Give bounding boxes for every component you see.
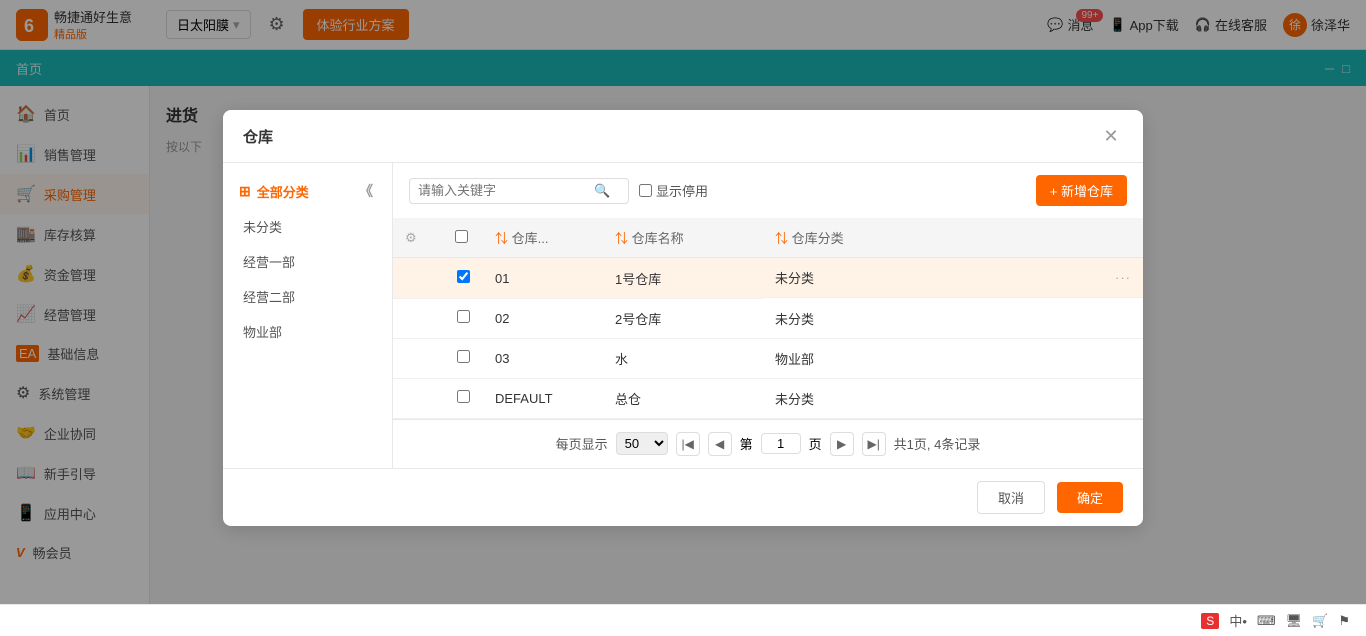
bottom-cart-icon[interactable]: 🛒 — [1312, 613, 1328, 629]
table-body: 01 1号仓库 未分类 ··· 02 — [393, 258, 1143, 419]
bottom-logo: S — [1201, 613, 1219, 629]
row-cat-2: 未分类 — [763, 298, 1143, 338]
modal-overlay: 仓库 ✕ ⊞ 全部分类 《 未分类 经营一部 经营二部 物业部 — [0, 0, 1366, 636]
bottom-bar: S 中• ⌨ 🖥 🛒 ⚑ — [0, 604, 1366, 636]
modal-close-button[interactable]: ✕ — [1099, 124, 1123, 148]
per-page-select[interactable]: 50 100 200 — [616, 432, 668, 455]
page-info: 共1页, 4条记录 — [894, 434, 981, 453]
search-input[interactable] — [418, 183, 588, 198]
grid-icon: ⊞ — [239, 183, 251, 200]
row-checkbox-2 — [443, 298, 483, 338]
row-index-2: 02 — [483, 298, 603, 338]
row-name-3: 水 — [603, 338, 763, 378]
sort-icon-cat: ⇅ — [775, 231, 788, 246]
warehouse-table: ⚙ ⇅ 仓库... ⇅ 仓库名称 ⇅ 仓库分类 — [393, 218, 1143, 419]
row-check-4[interactable] — [457, 390, 470, 403]
sort-icon: ⇅ — [495, 231, 508, 246]
row-name-4: 总仓 — [603, 378, 763, 418]
category-item-dept1[interactable]: 经营一部 — [223, 244, 392, 279]
row-gear-3 — [393, 338, 443, 378]
prev-page-btn[interactable]: ◀ — [708, 432, 732, 456]
table-toolbar: 🔍 显示停用 + 新增仓库 — [393, 163, 1143, 218]
bottom-keyboard-icon[interactable]: ⌨ — [1257, 613, 1276, 629]
all-categories-label: 全部分类 — [257, 182, 309, 201]
category-item-unclassified[interactable]: 未分类 — [223, 209, 392, 244]
warehouse-modal: 仓库 ✕ ⊞ 全部分类 《 未分类 经营一部 经营二部 物业部 — [223, 110, 1143, 526]
th-category: ⇅ 仓库分类 — [763, 218, 1143, 258]
row-check-2[interactable] — [457, 310, 470, 323]
new-warehouse-button[interactable]: + 新增仓库 — [1036, 175, 1127, 206]
row-checkbox-3 — [443, 338, 483, 378]
category-item-property[interactable]: 物业部 — [223, 314, 392, 349]
row-checkbox-1 — [443, 258, 483, 299]
table-panel: 🔍 显示停用 + 新增仓库 ⚙ — [393, 163, 1143, 468]
row-check-3[interactable] — [457, 350, 470, 363]
all-categories-header[interactable]: ⊞ 全部分类 《 — [223, 173, 392, 209]
table-row[interactable]: 02 2号仓库 未分类 — [393, 298, 1143, 338]
category-panel: ⊞ 全部分类 《 未分类 经营一部 经营二部 物业部 — [223, 163, 393, 468]
category-item-dept2[interactable]: 经营二部 — [223, 279, 392, 314]
cancel-button[interactable]: 取消 — [977, 481, 1045, 514]
table-row[interactable]: 01 1号仓库 未分类 ··· — [393, 258, 1143, 299]
pagination-area: 每页显示 50 100 200 |◀ ◀ 第 页 ▶ ▶| 共1页, 4条记录 — [393, 419, 1143, 468]
per-page-label: 每页显示 — [556, 434, 608, 453]
row-index-3: 03 — [483, 338, 603, 378]
row-cat-1: 未分类 ··· — [763, 258, 1143, 298]
row-check-1[interactable] — [457, 270, 470, 283]
first-page-btn[interactable]: |◀ — [676, 432, 700, 456]
row-name-2: 2号仓库 — [603, 298, 763, 338]
row-gear-4 — [393, 378, 443, 418]
row-name-1: 1号仓库 — [603, 258, 763, 299]
show-disabled-label[interactable]: 显示停用 — [639, 181, 708, 200]
th-checkbox — [443, 218, 483, 258]
last-page-btn[interactable]: ▶| — [862, 432, 886, 456]
select-all-checkbox[interactable] — [455, 230, 468, 243]
table-row[interactable]: 03 水 物业部 — [393, 338, 1143, 378]
search-icon[interactable]: 🔍 — [594, 183, 610, 199]
page-unit: 页 — [809, 434, 822, 453]
show-disabled-checkbox[interactable] — [639, 184, 652, 197]
page-label: 第 — [740, 434, 753, 453]
modal-footer: 取消 确定 — [223, 468, 1143, 526]
bottom-monitor-icon[interactable]: 🖥 — [1286, 613, 1303, 629]
th-name: ⇅ 仓库名称 — [603, 218, 763, 258]
table-head: ⚙ ⇅ 仓库... ⇅ 仓库名称 ⇅ 仓库分类 — [393, 218, 1143, 258]
row-gear-1 — [393, 258, 443, 299]
confirm-button[interactable]: 确定 — [1057, 482, 1123, 513]
modal-header: 仓库 ✕ — [223, 110, 1143, 163]
table-scroll: ⚙ ⇅ 仓库... ⇅ 仓库名称 ⇅ 仓库分类 — [393, 218, 1143, 419]
row-gear-2 — [393, 298, 443, 338]
th-gear: ⚙ — [393, 218, 443, 258]
row-cat-3: 物业部 — [763, 338, 1143, 378]
modal-title: 仓库 — [243, 126, 273, 147]
bottom-flag-icon[interactable]: ⚑ — [1338, 613, 1350, 629]
search-input-wrap: 🔍 — [409, 178, 629, 204]
row-index-1: 01 — [483, 258, 603, 299]
row-index-4: DEFAULT — [483, 378, 603, 418]
th-code: ⇅ 仓库... — [483, 218, 603, 258]
modal-body: ⊞ 全部分类 《 未分类 经营一部 经营二部 物业部 🔍 — [223, 163, 1143, 468]
row-cat-4: 未分类 — [763, 378, 1143, 418]
gear-icon[interactable]: ⚙ — [405, 230, 417, 245]
page-input[interactable] — [761, 433, 801, 454]
next-page-btn[interactable]: ▶ — [830, 432, 854, 456]
row-checkbox-4 — [443, 378, 483, 418]
bottom-cn-icon[interactable]: 中• — [1229, 611, 1247, 630]
more-icon-1[interactable]: ··· — [1115, 270, 1131, 285]
table-row[interactable]: DEFAULT 总仓 未分类 — [393, 378, 1143, 418]
show-disabled-text: 显示停用 — [656, 181, 708, 200]
collapse-btn[interactable]: 《 — [356, 181, 376, 201]
sort-icon-name: ⇅ — [615, 231, 628, 246]
